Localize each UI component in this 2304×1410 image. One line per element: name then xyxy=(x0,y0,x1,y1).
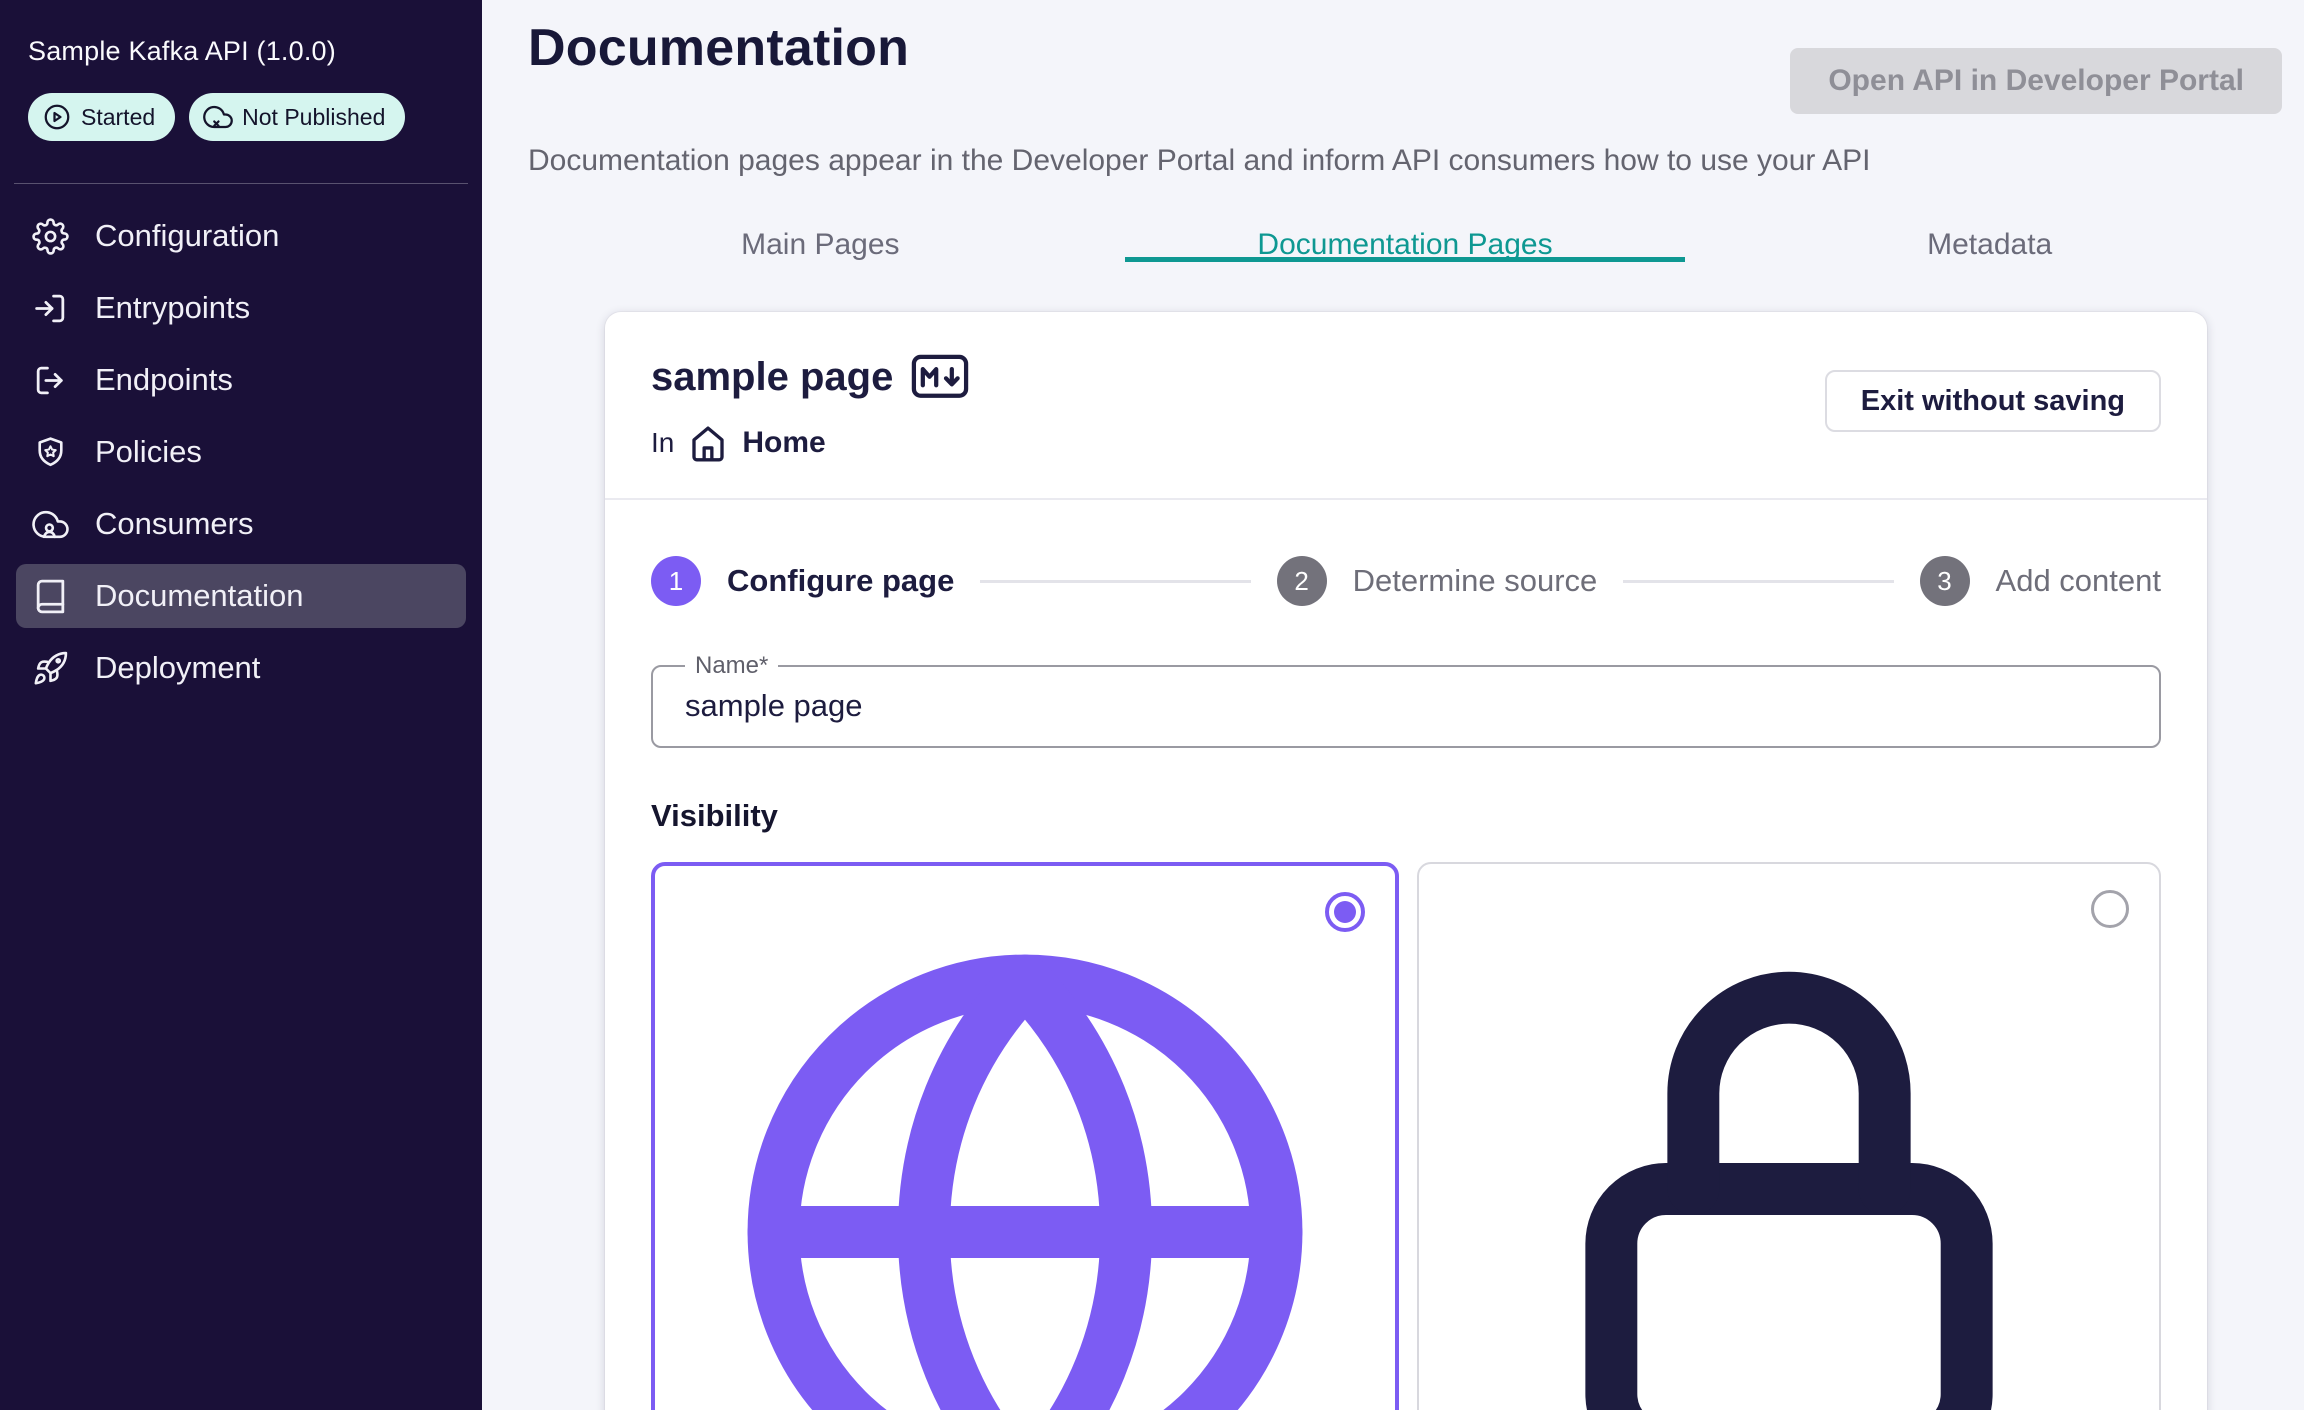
sidebar-item-configuration[interactable]: Configuration xyxy=(16,204,466,268)
sidebar-item-label: Policies xyxy=(95,434,202,470)
visibility-option-private[interactable]: Private Users must be authenticated in t… xyxy=(1417,862,2161,1410)
tab-documentation-pages[interactable]: Documentation Pages xyxy=(1113,228,1698,262)
sidebar-item-documentation[interactable]: Documentation xyxy=(16,564,466,628)
breadcrumb-location: Home xyxy=(742,426,825,460)
step-add-content[interactable]: 3 Add content xyxy=(1920,556,2161,606)
cloud-user-icon xyxy=(32,506,69,543)
globe-icon xyxy=(697,904,1353,1410)
step-determine-source[interactable]: 2 Determine source xyxy=(1277,556,1598,606)
step-label: Configure page xyxy=(727,563,954,599)
sidebar-item-label: Configuration xyxy=(95,218,279,254)
sidebar-item-consumers[interactable]: Consumers xyxy=(16,492,466,556)
sidebar-item-label: Deployment xyxy=(95,650,260,686)
visibility-option-public[interactable]: Public All users browsing the API in the… xyxy=(651,862,1399,1410)
api-menu: Configuration Entrypoints Endpoints Poli… xyxy=(16,204,466,700)
sidebar-item-label: Consumers xyxy=(95,506,254,542)
step-label: Determine source xyxy=(1353,563,1598,599)
editor-header: sample page In Home Exit without saving xyxy=(605,312,2207,498)
stepper-connector xyxy=(980,580,1250,583)
entrypoints-icon xyxy=(32,290,69,327)
sidebar-item-entrypoints[interactable]: Entrypoints xyxy=(16,276,466,340)
breadcrumb-prefix: In xyxy=(651,427,674,459)
sidebar-item-policies[interactable]: Policies xyxy=(16,420,466,484)
rocket-icon xyxy=(32,650,69,687)
book-icon xyxy=(32,578,69,615)
status-badge-not-published: Not Published xyxy=(189,93,405,141)
play-circle-icon xyxy=(42,102,72,132)
page-title: Documentation xyxy=(528,18,909,78)
step-configure-page[interactable]: 1 Configure page xyxy=(651,556,954,606)
editor-body: 1 Configure page 2 Determine source 3 Ad… xyxy=(605,500,2207,1410)
page-subtitle: Documentation pages appear in the Develo… xyxy=(528,144,2282,178)
step-number-badge: 3 xyxy=(1920,556,1970,606)
step-number-badge: 1 xyxy=(651,556,701,606)
documentation-tabs: Main Pages Documentation Pages Metadata xyxy=(528,228,2282,262)
sidebar-item-label: Documentation xyxy=(95,578,304,614)
visibility-options: Public All users browsing the API in the… xyxy=(651,862,2161,1410)
api-status-badges: Started Not Published xyxy=(28,93,466,141)
markdown-icon xyxy=(911,354,969,400)
breadcrumb: In Home xyxy=(651,422,969,464)
sidebar-divider xyxy=(14,183,468,184)
cloud-unpublished-icon xyxy=(203,102,233,132)
editor-header-left: sample page In Home xyxy=(651,354,969,464)
open-api-in-developer-portal-button[interactable]: Open API in Developer Portal xyxy=(1790,48,2282,114)
main-content: Documentation Open API in Developer Port… xyxy=(482,0,2304,1410)
radio-unselected-icon[interactable] xyxy=(2091,890,2129,928)
sidebar-item-endpoints[interactable]: Endpoints xyxy=(16,348,466,412)
tab-main-pages[interactable]: Main Pages xyxy=(528,228,1113,262)
status-badge-started: Started xyxy=(28,93,175,141)
page-header: Documentation Open API in Developer Port… xyxy=(528,18,2282,114)
wizard-stepper: 1 Configure page 2 Determine source 3 Ad… xyxy=(651,556,2161,606)
tab-metadata[interactable]: Metadata xyxy=(1697,228,2282,262)
sidebar-item-label: Entrypoints xyxy=(95,290,250,326)
doc-page-title: sample page xyxy=(651,355,893,400)
api-sidebar: Sample Kafka API (1.0.0) Started Not Pub… xyxy=(0,0,482,1410)
status-badge-label: Started xyxy=(81,104,155,131)
step-number-badge: 2 xyxy=(1277,556,1327,606)
page-editor-card: sample page In Home Exit without saving xyxy=(605,312,2207,1410)
status-badge-label: Not Published xyxy=(242,104,385,131)
lock-icon xyxy=(1461,902,2117,1410)
exit-without-saving-button[interactable]: Exit without saving xyxy=(1825,370,2161,432)
home-icon xyxy=(687,422,729,464)
endpoints-icon xyxy=(32,362,69,399)
radio-selected-icon[interactable] xyxy=(1325,892,1365,932)
name-field[interactable]: Name* sample page xyxy=(651,652,2161,748)
sidebar-item-deployment[interactable]: Deployment xyxy=(16,636,466,700)
name-field-value[interactable]: sample page xyxy=(685,688,2159,724)
stepper-connector xyxy=(1623,580,1893,583)
gear-icon xyxy=(32,218,69,255)
doc-title-row: sample page xyxy=(651,354,969,400)
visibility-label: Visibility xyxy=(651,798,2161,834)
step-label: Add content xyxy=(1996,563,2161,599)
name-field-label: Name* xyxy=(685,652,778,680)
api-title: Sample Kafka API (1.0.0) xyxy=(28,36,466,67)
sidebar-item-label: Endpoints xyxy=(95,362,233,398)
shield-star-icon xyxy=(32,434,69,471)
